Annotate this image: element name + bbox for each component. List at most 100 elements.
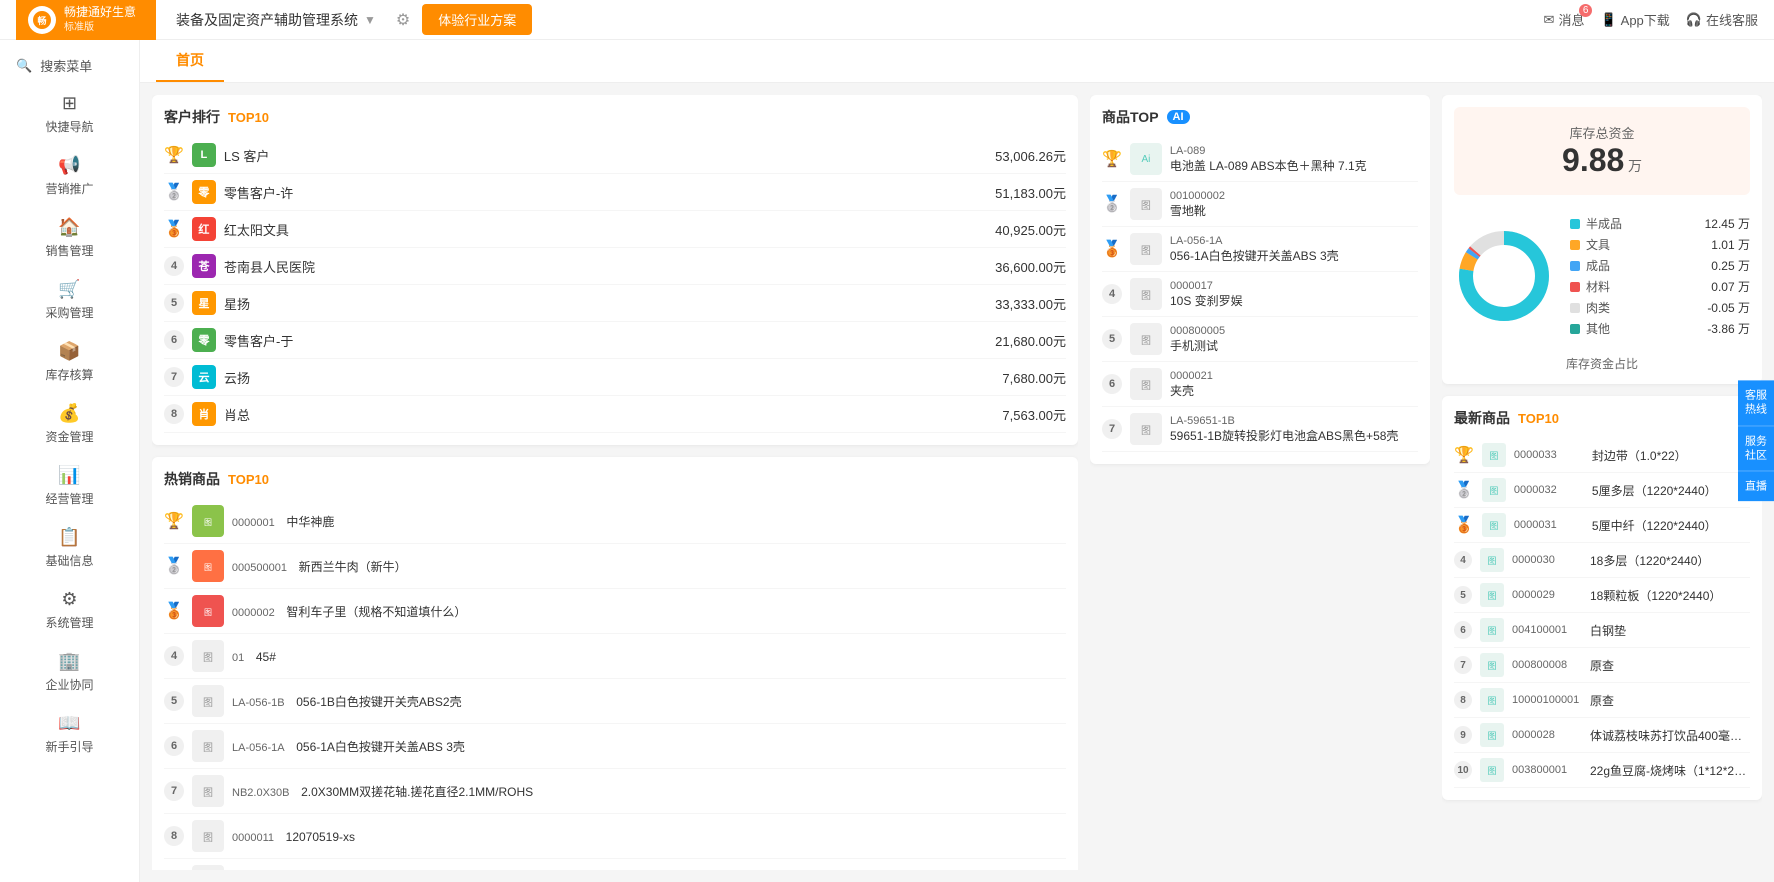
rank-number: 10 xyxy=(1454,761,1472,779)
sidebar-item-operation[interactable]: 📊 经营管理 xyxy=(0,455,139,517)
logo-text: 畅捷通好生意 标准版 xyxy=(64,5,136,34)
gear-icon[interactable]: ⚙ xyxy=(396,10,410,30)
quick-nav-icon: ⊞ xyxy=(62,93,77,114)
tab-home[interactable]: 首页 xyxy=(156,40,224,82)
system-selector[interactable]: 装备及固定资产辅助管理系统 ▼ xyxy=(168,10,384,30)
message-button[interactable]: ✉ 消息 6 xyxy=(1544,10,1585,29)
list-item: 5 图 LA-056-1B 056-1B白色按键开关壳ABS2壳 xyxy=(164,679,1066,724)
sidebar-item-company[interactable]: 🏢 企业协同 xyxy=(0,641,139,703)
medal-icon: 🥉 xyxy=(1454,515,1474,535)
product-image: Ai xyxy=(1130,143,1162,175)
legend-dot xyxy=(1570,219,1580,229)
company-icon: 🏢 xyxy=(58,651,80,672)
online-service-button[interactable]: 🎧 在线客服 xyxy=(1686,10,1758,29)
product-image: 图 xyxy=(192,505,224,537)
sidebar-item-sales[interactable]: 🏠 销售管理 xyxy=(0,207,139,269)
system-icon: ⚙ xyxy=(61,589,77,610)
nav-tabs: 首页 xyxy=(140,40,1774,83)
list-item: 8 肖 肖总 7,563.00元 xyxy=(164,396,1066,433)
sales-ranking-card: 商品TOP AI 🏆 Ai LA-089 电池盖 LA-089 ABS本色＋黑种… xyxy=(1090,95,1430,464)
left-panel: 客户排行 TOP10 🏆 L LS 客户 53,006.26元 🥈 零 xyxy=(152,95,1078,870)
app-download-button[interactable]: 📱 App下载 xyxy=(1600,10,1669,29)
newest-products-card: 最新商品 TOP10 🏆 图 0000033 封边带（1.0*22） 🥈 图 xyxy=(1442,396,1762,800)
list-item: 🏆 图 0000033 封边带（1.0*22） xyxy=(1454,438,1750,473)
medal-icon: 🏆 xyxy=(1102,149,1122,169)
rank-number: 9 xyxy=(1454,726,1472,744)
svg-text:图: 图 xyxy=(204,518,212,527)
marketing-icon: 📢 xyxy=(58,155,80,176)
sidebar-item-system[interactable]: ⚙ 系统管理 xyxy=(0,579,139,641)
search-icon: 🔍 xyxy=(16,58,32,74)
product-image: 图 xyxy=(192,775,224,807)
message-icon: ✉ xyxy=(1544,12,1555,28)
product-info: LA-59651-1B 59651-1B旋转投影灯电池盒ABS黑色+58壳 xyxy=(1170,415,1418,444)
sidebar-item-finance[interactable]: 💰 资金管理 xyxy=(0,393,139,455)
avatar: 星 xyxy=(192,291,216,315)
list-item: 🏆 Ai LA-089 电池盖 LA-089 ABS本色＋黑种 7.1克 xyxy=(1102,137,1418,182)
list-item: 8 图 0000011 12070519-xs xyxy=(164,814,1066,859)
product-info: LA-056-1A 056-1A白色按键开关盖ABS 3壳 xyxy=(232,738,1066,755)
hot-products-title: 热销商品 TOP10 xyxy=(164,469,1066,489)
list-item: 10 图 003800001 22g鱼豆腐-烧烤味（1*12*20） xyxy=(1454,753,1750,788)
list-item: 🥉 红 红太阳文具 40,925.00元 xyxy=(164,211,1066,248)
sidebar-item-quick-nav[interactable]: ⊞ 快捷导航 xyxy=(0,83,139,145)
list-item: 🥉 图 LA-056-1A 056-1A白色按键开关盖ABS 3壳 xyxy=(1102,227,1418,272)
sidebar-item-base-info[interactable]: 📋 基础信息 xyxy=(0,517,139,579)
rank-number: 8 xyxy=(1454,691,1472,709)
medal-icon: 🏆 xyxy=(164,511,184,531)
sales-ranking-list: 🏆 Ai LA-089 电池盖 LA-089 ABS本色＋黑种 7.1克 🥈 图 xyxy=(1102,137,1418,452)
product-image: 图 xyxy=(1130,323,1162,355)
list-item: 4 图 01 45# xyxy=(164,634,1066,679)
product-image: 图 xyxy=(1482,513,1506,537)
purchase-icon: 🛒 xyxy=(58,279,80,300)
rank-number: 7 xyxy=(164,367,184,387)
list-item: 6 图 004100001 白钢垫 xyxy=(1454,613,1750,648)
sidebar-item-inventory[interactable]: 📦 库存核算 xyxy=(0,331,139,393)
legend-item: 材料 0.07 万 xyxy=(1570,276,1750,297)
product-info: 0000002 智利车子里（规格不知道填什么） xyxy=(232,603,1066,620)
list-item: 9 图 0000028 体诚荔枝味苏打饮品400毫升（1*15） xyxy=(1454,718,1750,753)
medal-icon: 🥉 xyxy=(164,219,184,239)
rank-number: 8 xyxy=(164,404,184,424)
rank-number: 5 xyxy=(1102,329,1122,349)
direct-button[interactable]: 直播 xyxy=(1738,471,1774,501)
sidebar-item-marketing[interactable]: 📢 营销推广 xyxy=(0,145,139,207)
main-layout: 🔍 搜索菜单 ⊞ 快捷导航 📢 营销推广 🏠 销售管理 🛒 采购管理 📦 库存核… xyxy=(0,40,1774,882)
inventory-footer-label: 库存资金占比 xyxy=(1454,355,1750,372)
product-info: LA-056-1B 056-1B白色按键开关壳ABS2壳 xyxy=(232,693,1066,710)
service-community-button[interactable]: 服务社区 xyxy=(1738,426,1774,472)
newest-products-title: 最新商品 TOP10 xyxy=(1454,408,1750,428)
legend-dot xyxy=(1570,240,1580,250)
customer-service-button[interactable]: 客服热线 xyxy=(1738,380,1774,426)
guide-icon: 📖 xyxy=(58,713,80,734)
page-content: 客户排行 TOP10 🏆 L LS 客户 53,006.26元 🥈 零 xyxy=(140,83,1774,882)
sidebar-item-purchase[interactable]: 🛒 采购管理 xyxy=(0,269,139,331)
list-item: 4 苍 苍南县人民医院 36,600.00元 xyxy=(164,248,1066,285)
list-item: 7 图 NB2.0X30B 2.0X30MM双搓花轴.搓花直径2.1MM/ROH… xyxy=(164,769,1066,814)
legend-dot xyxy=(1570,282,1580,292)
list-item: 8 图 10000100001 原查 xyxy=(1454,683,1750,718)
list-item: 5 图 000800005 手机测试 xyxy=(1102,317,1418,362)
product-image: 图 xyxy=(1480,758,1504,782)
message-badge: 6 xyxy=(1579,4,1593,17)
product-image: 图 xyxy=(192,595,224,627)
product-image: 图 xyxy=(1480,653,1504,677)
middle-panel: 商品TOP AI 🏆 Ai LA-089 电池盖 LA-089 ABS本色＋黑种… xyxy=(1090,95,1430,870)
product-image: 图 xyxy=(1480,548,1504,572)
product-info: 000500001 新西兰牛肉（新牛） xyxy=(232,558,1066,575)
list-item: 🏆 图 0000001 中华神鹿 xyxy=(164,499,1066,544)
rank-number: 7 xyxy=(164,781,184,801)
sidebar-item-guide[interactable]: 📖 新手引导 xyxy=(0,703,139,765)
rank-number: 4 xyxy=(164,256,184,276)
float-buttons: 客服热线 服务社区 直播 xyxy=(1738,380,1774,501)
trial-button[interactable]: 体验行业方案 xyxy=(422,4,532,35)
sidebar-search[interactable]: 🔍 搜索菜单 xyxy=(0,48,139,83)
medal-icon: 🥉 xyxy=(1102,239,1122,259)
inventory-icon: 📦 xyxy=(58,341,80,362)
list-item: 6 图 0000021 夹壳 xyxy=(1102,362,1418,407)
customer-ranking-title: 客户排行 TOP10 xyxy=(164,107,1066,127)
product-image: 图 xyxy=(1482,443,1506,467)
medal-icon: 🥈 xyxy=(164,556,184,576)
product-image: 图 xyxy=(192,685,224,717)
product-info: 0000011 12070519-xs xyxy=(232,829,1066,844)
